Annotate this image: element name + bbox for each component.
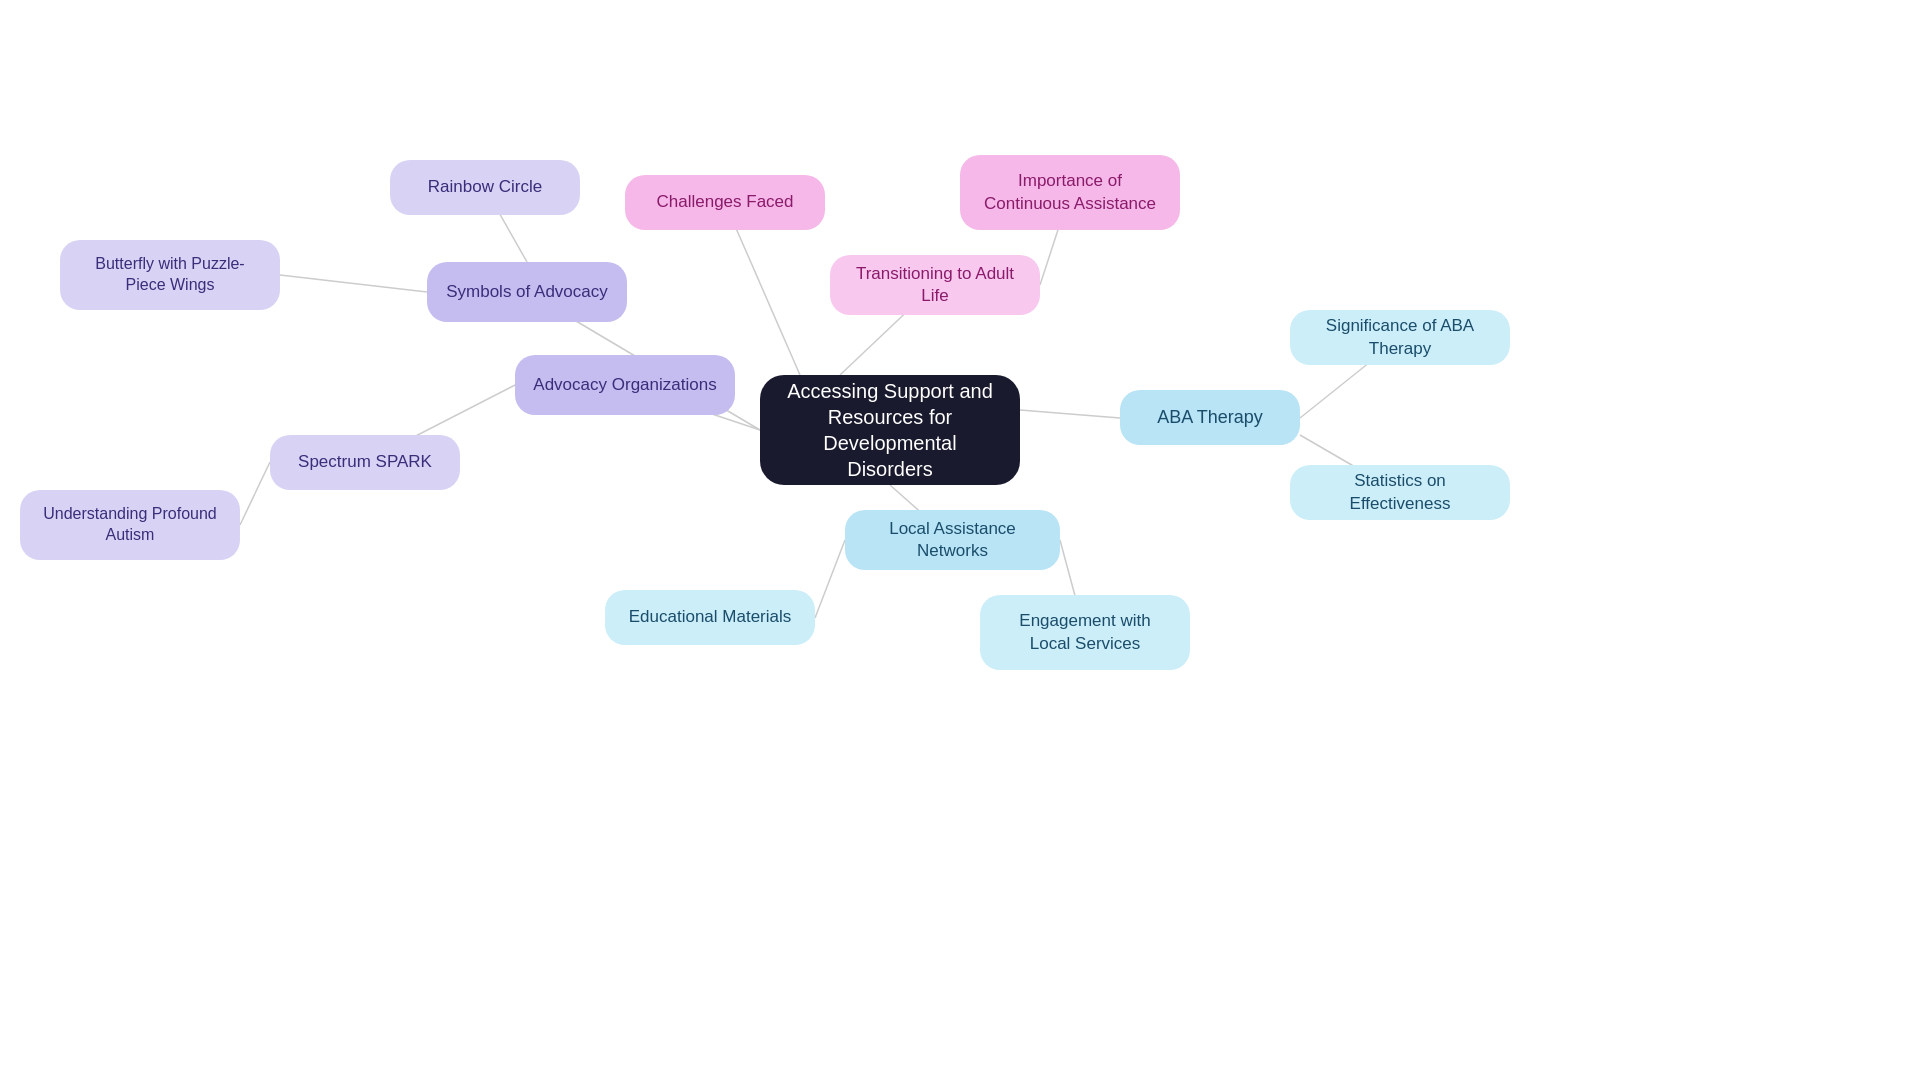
rainbow-circle-node: Rainbow Circle	[390, 160, 580, 215]
engagement-local-node: Engagement with Local Services	[980, 595, 1190, 670]
svg-line-9	[1020, 410, 1120, 418]
transitioning-adult-node: Transitioning to Adult Life	[830, 255, 1040, 315]
butterfly-puzzle-node: Butterfly with Puzzle-Piece Wings	[60, 240, 280, 310]
aba-therapy-node: ABA Therapy	[1120, 390, 1300, 445]
advocacy-organizations-node: Advocacy Organizations	[515, 355, 735, 415]
symbols-of-advocacy-node: Symbols of Advocacy	[427, 262, 627, 322]
significance-aba-node: Significance of ABA Therapy	[1290, 310, 1510, 365]
local-assistance-node: Local Assistance Networks	[845, 510, 1060, 570]
educational-materials-node: Educational Materials	[605, 590, 815, 645]
center-node: Accessing Support and Resources for Deve…	[760, 375, 1020, 485]
svg-line-3	[280, 275, 427, 292]
spectrum-spark-node: Spectrum SPARK	[270, 435, 460, 490]
svg-line-5	[240, 462, 270, 525]
importance-continuous-node: Importance of Continuous Assistance	[960, 155, 1180, 230]
statistics-effectiveness-node: Statistics on Effectiveness	[1290, 465, 1510, 520]
svg-line-13	[815, 540, 845, 618]
challenges-faced-node: Challenges Faced	[625, 175, 825, 230]
understanding-profound-node: Understanding Profound Autism	[20, 490, 240, 560]
